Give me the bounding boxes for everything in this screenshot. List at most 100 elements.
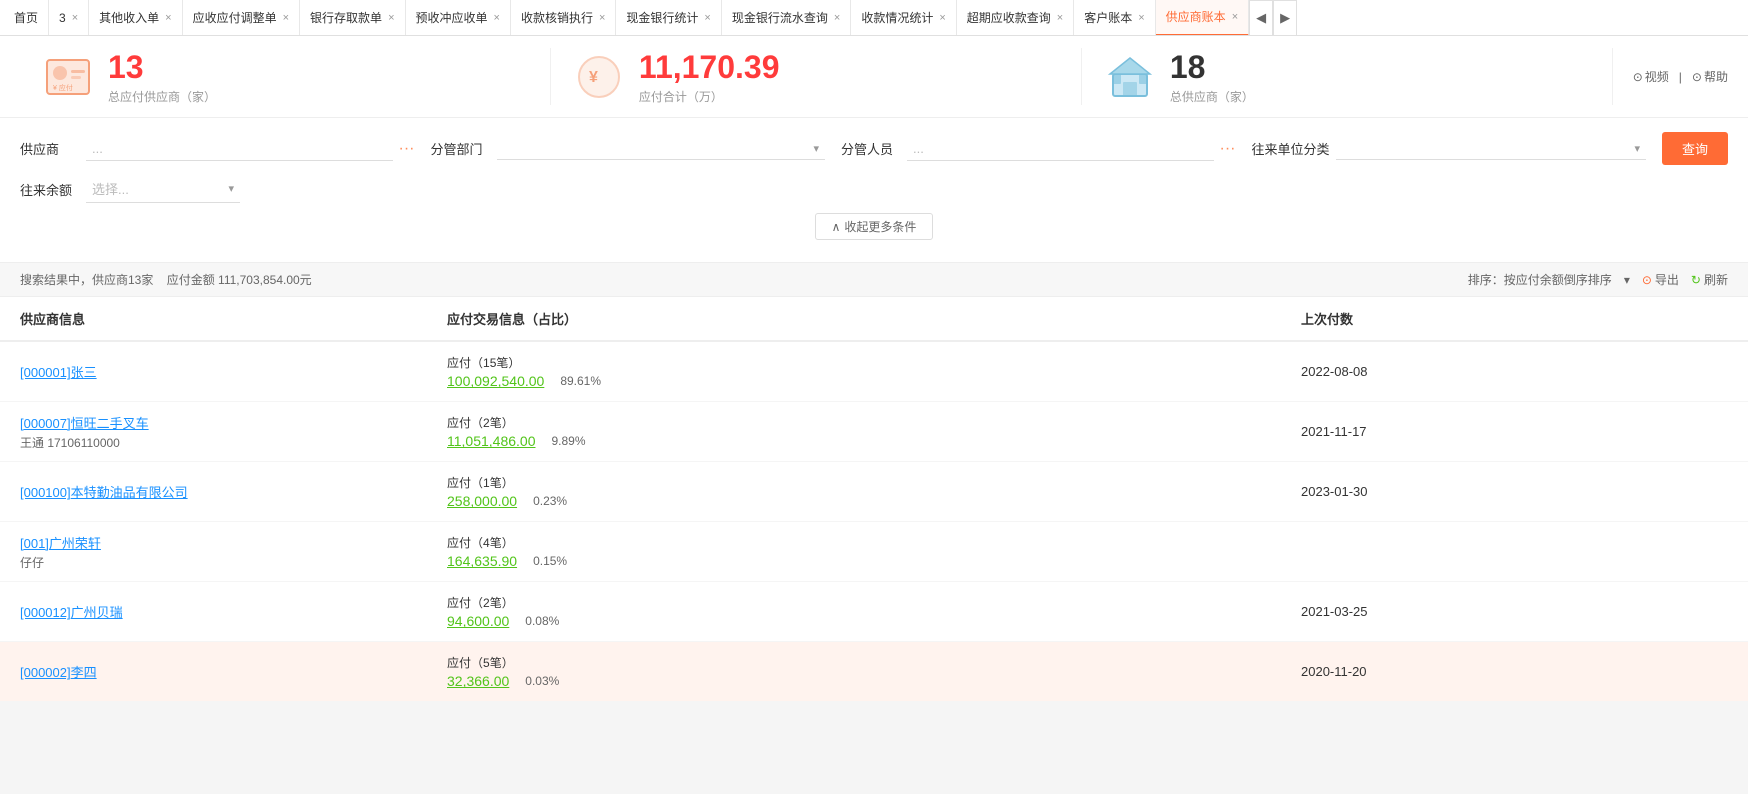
divider: |	[1679, 70, 1682, 84]
filter-dept: 分管部门 ▾	[431, 138, 826, 160]
supplier-link-4[interactable]: [000012]广州贝瑞	[20, 605, 123, 620]
amount-row-5: 应付 （5笔）	[447, 654, 874, 673]
video-link[interactable]: ⊙ 视频	[1633, 68, 1669, 85]
filter-dept-label: 分管部门	[431, 139, 491, 158]
refresh-button[interactable]: ↻ 刷新	[1691, 271, 1728, 288]
supplier-info-1: [000007]恒旺二手叉车 王通 17106110000	[20, 413, 447, 451]
summary-number-payable-suppliers: 13	[108, 48, 216, 86]
nav-tab-pre-receive-close[interactable]: ×	[494, 12, 500, 24]
supplier-input[interactable]	[86, 137, 393, 161]
query-button[interactable]: 查询	[1662, 132, 1728, 165]
pay-count-1: （2笔）	[471, 414, 514, 431]
category-chevron-down-icon: ▾	[1634, 142, 1640, 155]
nav-tab-receipt-stat[interactable]: 收款情况统计 ×	[851, 0, 956, 36]
nav-arrow-right[interactable]: ▶	[1273, 0, 1297, 36]
supplier-info-4: [000012]广州贝瑞	[20, 602, 447, 621]
nav-tab-ar-ap-adjust-label: 应收应付调整单	[193, 9, 277, 26]
nav-tab-receipt-exec[interactable]: 收款核销执行 ×	[511, 0, 616, 36]
help-link[interactable]: ⊙ 帮助	[1692, 68, 1728, 85]
supplier-info-2: [000100]本特勤油品有限公司	[20, 482, 447, 501]
nav-tab-supplier-book-close[interactable]: ×	[1232, 11, 1238, 23]
table-row: [000100]本特勤油品有限公司 应付 （1笔） 258,000.00 0.2…	[0, 462, 1748, 522]
export-button[interactable]: ⊙ 导出	[1642, 271, 1679, 288]
nav-tab-other-income-close[interactable]: ×	[165, 12, 171, 24]
supplier-code-2: [000100]	[20, 485, 71, 500]
supplier-dots-icon[interactable]: ···	[399, 140, 415, 158]
pay-label-0: 应付	[447, 354, 471, 371]
amount-value-4[interactable]: 94,600.00	[447, 613, 509, 629]
amount-cell-4: 应付 （2笔） 94,600.00 0.08%	[447, 594, 874, 629]
balance-chevron-down-icon: ▾	[228, 182, 234, 195]
dept-select[interactable]: ▾	[497, 138, 826, 160]
filter-person: 分管人员 ···	[841, 137, 1236, 161]
person-input[interactable]	[907, 137, 1214, 161]
nav-tab-ar-ap-adjust-close[interactable]: ×	[283, 12, 289, 24]
pay-label-4: 应付	[447, 594, 471, 611]
balance-select[interactable]: 选择... ▾	[86, 175, 240, 203]
top-navigation: 首页 3 × 其他收入单 × 应收应付调整单 × 银行存取款单 × 预收冲应收单…	[0, 0, 1748, 36]
nav-tab-pre-receive[interactable]: 预收冲应收单 ×	[406, 0, 511, 36]
nav-tab-cash-bank-flow[interactable]: 现金银行流水查询 ×	[722, 0, 851, 36]
nav-tab-receipt-exec-close[interactable]: ×	[599, 12, 605, 24]
amount-cell-2: 应付 （1笔） 258,000.00 0.23%	[447, 474, 874, 509]
supplier-code-1: [000007]	[20, 416, 71, 431]
pay-label-3: 应付	[447, 534, 471, 551]
supplier-link-1[interactable]: [000007]恒旺二手叉车	[20, 416, 149, 431]
person-dots-icon[interactable]: ···	[1220, 140, 1236, 158]
nav-tab-cash-bank-stat[interactable]: 现金银行统计 ×	[616, 0, 721, 36]
top-links: ⊙ 视频 | ⊙ 帮助	[1613, 68, 1728, 85]
nav-tab-3-close[interactable]: ×	[72, 12, 78, 24]
supplier-name-3: 广州荣轩	[49, 536, 101, 551]
amount-pct-1: 9.89%	[552, 434, 586, 448]
amount-value-3[interactable]: 164,635.90	[447, 553, 517, 569]
amount-cell-0: 应付 （15笔） 100,092,540.00 89.61%	[447, 354, 874, 389]
nav-tab-overdue-ar[interactable]: 超期应收款查询 ×	[957, 0, 1074, 36]
filter-section: 供应商 ··· 分管部门 ▾ 分管人员 ··· 往来单位分类 ▾ 查询 往来	[0, 118, 1748, 263]
amount-value-5[interactable]: 32,366.00	[447, 673, 509, 689]
table-header: 供应商信息 应付交易信息（占比） 上次付数	[0, 297, 1748, 342]
collapse-label: 收起更多条件	[844, 218, 916, 235]
nav-tab-home[interactable]: 首页	[4, 0, 49, 36]
nav-arrow-left[interactable]: ◀	[1249, 0, 1273, 36]
last-pay-date-4: 2021-03-25	[1301, 604, 1728, 619]
nav-tab-customer-book[interactable]: 客户账本 ×	[1074, 0, 1155, 36]
supplier-link-5[interactable]: [000002]李四	[20, 665, 97, 680]
result-summary: 搜索结果中，供应商13家 应付金额 111,703,854.00元	[20, 271, 312, 288]
filter-person-label: 分管人员	[841, 139, 901, 158]
nav-tab-overdue-ar-close[interactable]: ×	[1057, 12, 1063, 24]
nav-tab-ar-ap-adjust[interactable]: 应收应付调整单 ×	[183, 0, 300, 36]
nav-tab-cash-bank-flow-close[interactable]: ×	[834, 12, 840, 24]
summary-item-total-amount: ¥ 11,170.39 应付合计（万）	[551, 48, 1082, 105]
supplier-link-0[interactable]: [000001]张三	[20, 365, 97, 380]
nav-tab-other-income[interactable]: 其他收入单 ×	[89, 0, 182, 36]
summary-bar: ¥ 应付 13 总应付供应商（家） ¥ 11,170.39 应付合计（万）	[0, 36, 1748, 118]
summary-item-total-suppliers: 18 总供应商（家）	[1082, 48, 1613, 105]
collapse-button[interactable]: ∧ 收起更多条件	[815, 213, 934, 240]
refresh-label: 刷新	[1704, 271, 1728, 288]
summary-content-total-amount: 11,170.39 应付合计（万）	[639, 48, 780, 105]
amount-value-2[interactable]: 258,000.00	[447, 493, 517, 509]
supplier-link-2[interactable]: [000100]本特勤油品有限公司	[20, 485, 188, 500]
amount-value-0[interactable]: 100,092,540.00	[447, 373, 544, 389]
amount-cell-1: 应付 （2笔） 11,051,486.00 9.89%	[447, 414, 874, 449]
export-icon: ⊙	[1642, 273, 1652, 287]
amount-value-1[interactable]: 11,051,486.00	[447, 433, 536, 449]
nav-tab-customer-book-close[interactable]: ×	[1138, 12, 1144, 24]
data-table: 供应商信息 应付交易信息（占比） 上次付数 [000001]张三 应付 （15笔…	[0, 297, 1748, 702]
nav-tab-cash-bank-flow-label: 现金银行流水查询	[732, 9, 828, 26]
nav-tab-3[interactable]: 3 ×	[49, 0, 89, 36]
pay-label-5: 应付	[447, 654, 471, 671]
supplier-link-3[interactable]: [001]广州荣轩	[20, 536, 101, 551]
nav-tab-cash-bank-stat-close[interactable]: ×	[704, 12, 710, 24]
amount-value-row-0: 100,092,540.00 89.61%	[447, 373, 874, 389]
nav-tab-receipt-stat-label: 收款情况统计	[861, 9, 933, 26]
nav-tab-bank-deposit-close[interactable]: ×	[388, 12, 394, 24]
filter-category-label: 往来单位分类	[1252, 139, 1330, 158]
nav-tab-bank-deposit[interactable]: 银行存取款单 ×	[300, 0, 405, 36]
amount-pct-3: 0.15%	[533, 554, 567, 568]
nav-tab-receipt-stat-close[interactable]: ×	[939, 12, 945, 24]
nav-tab-supplier-book[interactable]: 供应商账本 ×	[1156, 0, 1249, 36]
supplier-name-4: 广州贝瑞	[71, 605, 123, 620]
category-select[interactable]: ▾	[1336, 138, 1646, 160]
result-actions: 排序：按应付余额倒序排序 ▾ ⊙ 导出 ↻ 刷新	[1468, 271, 1728, 288]
